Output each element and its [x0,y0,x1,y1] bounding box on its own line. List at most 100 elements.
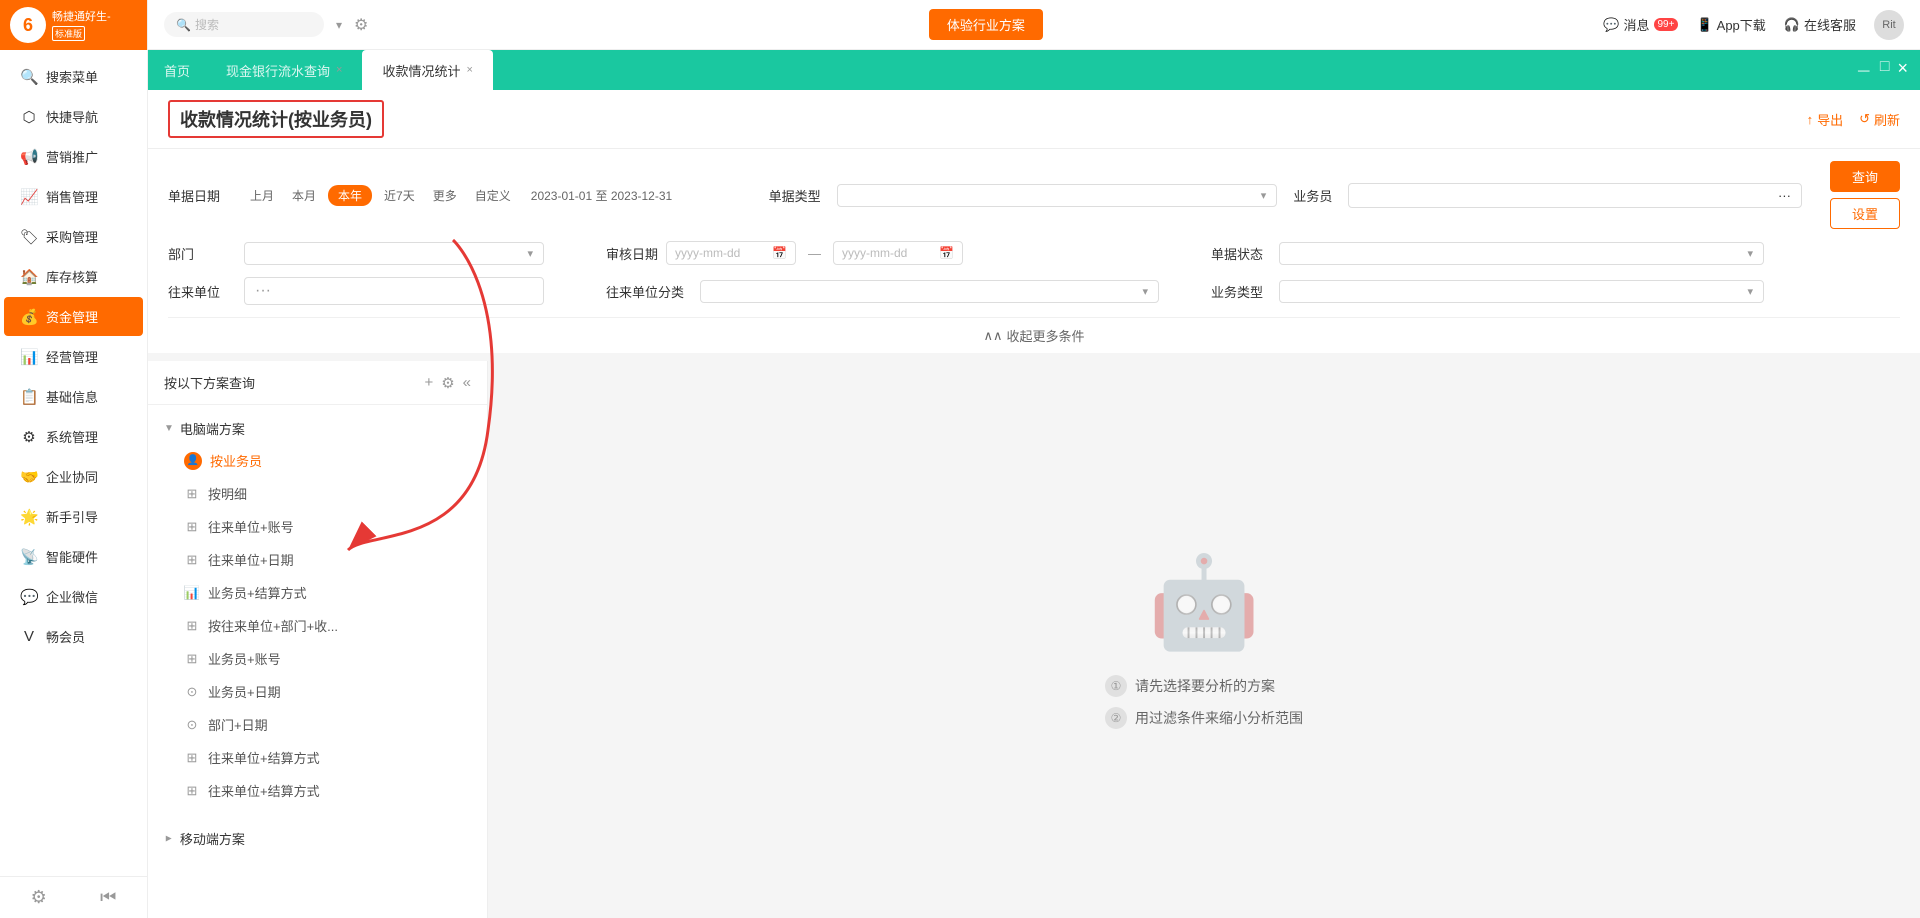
user-avatar[interactable]: Rit [1874,10,1904,40]
partner-settle1-icon: ⊞ [184,750,200,766]
logo-icon: 6 [10,7,46,43]
plan-item-partner-settle2[interactable]: ⊞ 往来单位+结算方式 [148,774,487,807]
topbar-chevron-icon[interactable]: ▾ [336,18,342,32]
partner-select[interactable]: ··· [244,277,544,305]
review-date-to-input[interactable]: yyyy-mm-dd 📅 [833,241,963,265]
add-plan-icon[interactable]: + [424,374,433,392]
date-last7[interactable]: 近7天 [378,185,421,206]
plan-item-partner-settle1[interactable]: ⊞ 往来单位+结算方式 [148,741,487,774]
refresh-button[interactable]: ↺ 刷新 [1859,110,1900,129]
doc-type-select[interactable]: ▾ [837,184,1278,207]
app-download-button[interactable]: 📱 App下载 [1696,15,1765,34]
plan-partner-settle2-label: 往来单位+结算方式 [208,781,320,800]
sidebar-item-system[interactable]: ⚙系统管理 [4,417,143,456]
sidebar-nav: 🔍搜索菜单⬡快捷导航📢营销推广📈销售管理🏷采购管理🏠库存核算💰资金管理📊经营管理… [0,50,147,876]
topbar-gear-icon[interactable]: ⚙ [354,15,368,35]
quick-icon: ⬡ [20,108,38,126]
plan-item-partner-dept[interactable]: ⊞ 按往来单位+部门+收... [148,609,487,642]
salesperson-dots[interactable]: ··· [1778,188,1791,203]
topbar-search[interactable]: 🔍 搜索 [164,12,324,37]
doc-status-section: 单据状态 ▾ [1211,242,1764,265]
biz-type-select[interactable]: ▾ [1279,280,1764,303]
service-button[interactable]: 🎧 在线客服 [1784,15,1856,34]
message-badge: 99+ [1654,18,1679,31]
calendar-to-icon: 📅 [939,246,954,260]
biz-type-arrow-icon: ▾ [1747,285,1753,298]
window-close-icon[interactable]: × [1897,58,1908,82]
sidebar-item-search[interactable]: 🔍搜索菜单 [4,57,143,96]
left-panel: 按以下方案查询 + ⚙ « ▼ 电脑端方案 👤 [148,361,488,918]
topbar: 🔍 搜索 ▾ ⚙ 体验行业方案 💬 消息 99+ 📱 App下载 🎧 在线客服 … [148,0,1920,50]
tab-receipt[interactable]: 收款情况统计 × [362,50,492,90]
partner-dots-icon[interactable]: ··· [255,282,271,300]
tab-bank-label: 现金银行流水查询 [226,61,330,80]
collapse-panel-icon[interactable]: « [463,374,471,392]
plan-item-by-salesperson[interactable]: 👤 按业务员 [148,444,487,477]
partner-dept-icon: ⊞ [184,618,200,634]
window-minimize-icon[interactable]: － [1856,58,1872,82]
message-icon: 💬 [1603,17,1619,33]
sidebar-item-inventory[interactable]: 🏠库存核算 [4,257,143,296]
collapse-button[interactable]: ∧∧ 收起更多条件 [168,317,1900,353]
plan-button[interactable]: 体验行业方案 [929,9,1043,40]
salesperson-select[interactable]: ··· [1348,183,1802,208]
plan-dept-date-label: 部门+日期 [208,715,268,734]
plan-item-dept-date[interactable]: ⊙ 部门+日期 [148,708,487,741]
sidebar-item-purchase[interactable]: 🏷采购管理 [4,217,143,256]
sidebar-item-operation[interactable]: 📊经营管理 [4,337,143,376]
sidebar-item-wechat[interactable]: 💬企业微信 [4,577,143,616]
finance-icon: 💰 [20,308,38,326]
sidebar-settings-icon[interactable]: ⚙ [8,887,70,908]
plan-item-by-detail[interactable]: ⊞ 按明细 [148,477,487,510]
plan-item-partner-date[interactable]: ⊞ 往来单位+日期 [148,543,487,576]
sidebar-item-marketing[interactable]: 📢营销推广 [4,137,143,176]
salesperson-label: 业务员 [1293,186,1332,205]
settings-plan-icon[interactable]: ⚙ [441,374,454,392]
sidebar-item-sales[interactable]: 📈销售管理 [4,177,143,216]
plan-item-partner-account[interactable]: ⊞ 往来单位+账号 [148,510,487,543]
main-area: 🔍 搜索 ▾ ⚙ 体验行业方案 💬 消息 99+ 📱 App下载 🎧 在线客服 … [148,0,1920,918]
date-this-month[interactable]: 本月 [286,185,322,206]
page-actions: ↑ 导出 ↺ 刷新 [1807,110,1900,129]
sidebar-item-member[interactable]: V畅会员 [4,617,143,656]
tab-home[interactable]: 首页 [148,50,206,90]
plan-salesperson-label: 按业务员 [210,451,262,470]
empty-illustration: 🤖 [1148,550,1260,655]
sidebar-item-basic[interactable]: 📋基础信息 [4,377,143,416]
empty-state: 🤖 ① 请先选择要分析的方案 ② 用过滤条件来缩小分析范围 [488,361,1920,918]
message-button[interactable]: 💬 消息 99+ [1603,15,1678,34]
dept-select[interactable]: ▾ [244,242,544,265]
filter-row-dept: 部门 ▾ 审核日期 yyyy-mm-dd 📅 — yyyy-mm-dd 📅 [168,241,1900,265]
tab-receipt-close-icon[interactable]: × [466,64,472,76]
settings-button[interactable]: 设置 [1830,198,1900,229]
plan-item-salesperson-settle[interactable]: 📊 业务员+结算方式 [148,576,487,609]
sidebar-collapse-icon[interactable]: ⏮ [78,887,140,908]
window-maximize-icon[interactable]: □ [1880,58,1890,82]
sidebar-item-finance[interactable]: 💰资金管理 [4,297,143,336]
date-custom[interactable]: 自定义 [469,185,517,206]
export-button[interactable]: ↑ 导出 [1807,110,1844,129]
date-group: 上月 本月 本年 近7天 更多 自定义 2023-01-01 至 2023-12… [244,185,753,206]
review-date-label: 审核日期 [606,244,658,263]
mobile-group-header[interactable]: ▼ 移动端方案 [148,823,487,854]
plan-item-salesperson-account[interactable]: ⊞ 业务员+账号 [148,642,487,675]
sidebar-item-hardware[interactable]: 📡智能硬件 [4,537,143,576]
date-more[interactable]: 更多 [427,185,463,206]
plan-salesperson-date-label: 业务员+日期 [208,682,281,701]
date-this-year[interactable]: 本年 [328,185,372,206]
dept-date-icon: ⊙ [184,717,200,733]
sidebar-item-quick[interactable]: ⬡快捷导航 [4,97,143,136]
doc-status-select[interactable]: ▾ [1279,242,1764,265]
sidebar-item-enterprise[interactable]: 🤝企业协同 [4,457,143,496]
sidebar-item-guide[interactable]: 🌟新手引导 [4,497,143,536]
query-button[interactable]: 查询 [1830,161,1900,192]
tab-bank[interactable]: 现金银行流水查询 × [206,50,362,90]
review-date-section: 审核日期 yyyy-mm-dd 📅 — yyyy-mm-dd 📅 [606,241,1159,265]
date-last-month[interactable]: 上月 [244,185,280,206]
detail-icon: ⊞ [184,486,200,502]
partner-type-select[interactable]: ▾ [700,280,1159,303]
plan-item-salesperson-date[interactable]: ⊙ 业务员+日期 [148,675,487,708]
tab-bank-close-icon[interactable]: × [336,64,342,76]
review-date-from-input[interactable]: yyyy-mm-dd 📅 [666,241,796,265]
pc-group-header[interactable]: ▼ 电脑端方案 [148,413,487,444]
